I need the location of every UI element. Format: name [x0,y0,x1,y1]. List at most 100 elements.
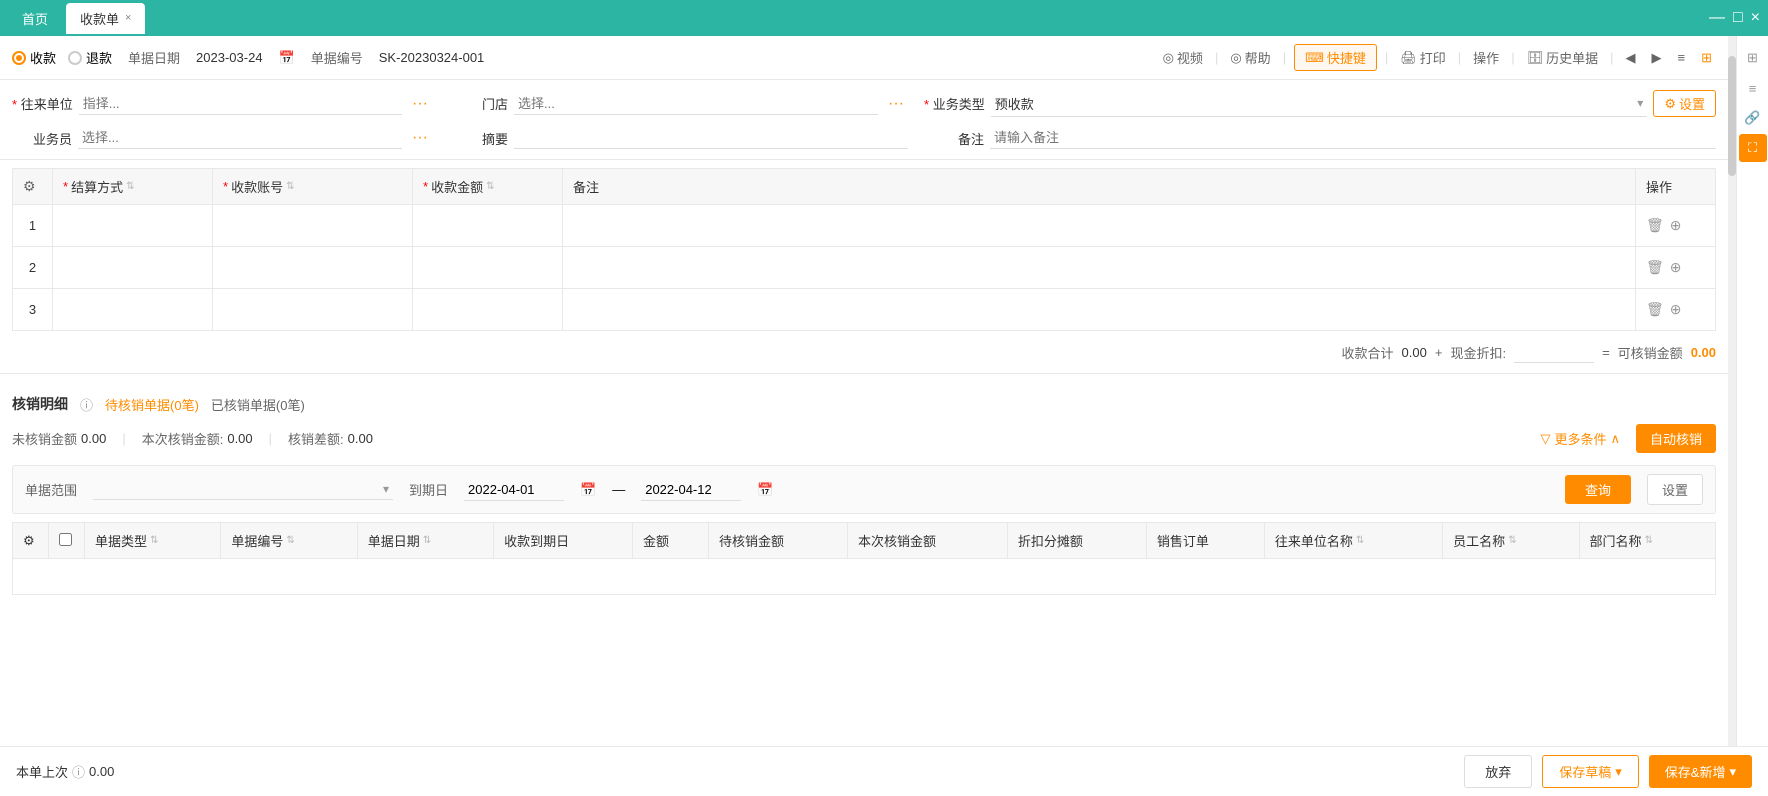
row-copy-3[interactable]: ⊕ [1670,301,1682,318]
sort-dept-icon[interactable]: ⇅ [1645,535,1653,546]
settings-col-icon[interactable]: ⚙ [23,178,36,194]
row-settlement-3[interactable] [53,289,213,331]
sort-settlement-icon[interactable]: ⇅ [126,181,134,192]
operation-btn[interactable]: 操作 [1469,46,1503,69]
salesperson-input[interactable] [78,127,402,149]
row-remarks-2[interactable] [563,247,1636,289]
radio-shoukuan-label: 收款 [30,48,56,67]
business-type-label: * 业务类型 [924,94,985,113]
summary-input[interactable] [514,127,908,149]
right-sidebar: ⊞ ≡ 🔗 ⛶ [1736,36,1768,796]
business-type-select[interactable]: 预收款 ▾ [991,91,1648,117]
video-btn[interactable]: ◎ 视频 [1159,46,1207,69]
sidebar-attachment-icon[interactable]: 🔗 [1739,104,1767,132]
select-all-checkbox[interactable] [59,533,72,546]
auto-verify-btn[interactable]: 自动核销 [1636,424,1716,453]
current-verify-value: 0.00 [227,431,252,446]
th-employee: 员工名称 ⇅ [1443,523,1579,559]
filter-icon: ▽ [1540,431,1550,447]
radio-shoukuan[interactable]: 收款 [12,48,56,67]
store-more-btn[interactable]: ··· [884,95,908,113]
verify-title: 核销明细 [12,394,68,414]
row-num-3: 3 [13,289,53,331]
sort-bill-num-icon[interactable]: ⇅ [286,535,294,546]
discard-btn[interactable]: 放弃 [1464,755,1532,788]
window-close-btn[interactable]: × [1751,9,1760,27]
save-draft-chevron-icon: ▾ [1615,764,1622,780]
row-amount-2[interactable] [413,247,563,289]
tab-home[interactable]: 首页 [8,3,62,34]
sort-counterpart-icon[interactable]: ⇅ [1356,535,1364,546]
remarks-input[interactable] [990,127,1716,149]
row-delete-1[interactable]: 🗑 [1646,217,1664,234]
row-delete-2[interactable]: 🗑 [1646,259,1664,276]
counterpart-more-btn[interactable]: ··· [408,95,432,113]
cal-from-icon[interactable]: 📅 [580,482,596,498]
row-delete-3[interactable]: 🗑 [1646,301,1664,318]
next-record-btn[interactable]: ▶ [1648,48,1666,68]
settings-btn[interactable]: ⚙ 设置 [1653,90,1716,117]
row-remarks-1[interactable] [563,205,1636,247]
per-page-icon[interactable]: ⓘ [72,762,85,781]
layout-list-btn[interactable]: ≡ [1674,48,1690,67]
th-bill-type: 单据类型 ⇅ [85,523,221,559]
shortcut-btn[interactable]: ⌨ 快捷键 [1294,44,1377,71]
row-settlement-1[interactable] [53,205,213,247]
counterpart-input[interactable] [79,93,402,115]
row-account-3[interactable] [213,289,413,331]
sidebar-list-icon[interactable]: ≡ [1739,74,1767,102]
toolbar-right: ◎ 视频 | ◎ 帮助 | ⌨ 快捷键 | 🖨 打印 | 操作 | [1159,44,1716,71]
business-type-value: 预收款 [995,94,1634,113]
prev-record-btn[interactable]: ◀ [1622,48,1640,68]
sort-amount-icon[interactable]: ⇅ [486,181,494,192]
range-select[interactable]: ▾ [93,479,393,500]
print-btn[interactable]: 🖨 打印 [1396,46,1450,69]
tab-close-icon[interactable]: × [125,12,131,24]
calendar-icon[interactable]: 📅 [279,50,295,66]
verify-pending-tab[interactable]: 待核销单据(0笔) [105,395,199,414]
row-amount-1[interactable] [413,205,563,247]
salesperson-more-btn[interactable]: ··· [408,129,432,147]
sidebar-capture-icon[interactable]: ⛶ [1739,134,1767,162]
sort-bill-type-icon[interactable]: ⇅ [150,535,158,546]
row-actions-2: 🗑 ⊕ [1646,259,1705,276]
query-btn[interactable]: 查询 [1565,475,1631,504]
history-btn[interactable]: 🗄 历史单据 [1523,46,1603,69]
more-filter-btn[interactable]: ▽ 更多条件 ∧ [1540,429,1620,448]
verify-info-icon[interactable]: ⓘ [80,395,93,414]
active-tab-label: 收款单 [80,9,119,28]
store-input[interactable] [514,93,878,115]
window-maximize-btn[interactable]: □ [1733,9,1743,27]
th-due-date: 收款到期日 [494,523,633,559]
date-to-input[interactable] [641,479,741,501]
sort-employee-icon[interactable]: ⇅ [1508,535,1516,546]
remarks-field: 备注 [924,127,1716,149]
sort-account-icon[interactable]: ⇅ [286,181,294,192]
table-row: 3 🗑 ⊕ [13,289,1716,331]
row-settlement-2[interactable] [53,247,213,289]
date-from-input[interactable] [464,479,564,501]
scroll-thumb[interactable] [1728,56,1736,176]
layout-grid-btn[interactable]: ⊞ [1697,48,1716,68]
sort-bill-date-icon[interactable]: ⇅ [423,535,431,546]
radio-tuikuan[interactable]: 退款 [68,48,112,67]
cal-to-icon[interactable]: 📅 [757,482,773,498]
tab-active[interactable]: 收款单 × [66,3,145,34]
detail-settings-icon[interactable]: ⚙ [23,533,35,548]
row-remarks-3[interactable] [563,289,1636,331]
row-account-1[interactable] [213,205,413,247]
window-minimize-btn[interactable]: — [1709,9,1725,27]
row-copy-2[interactable]: ⊕ [1670,259,1682,276]
row-account-2[interactable] [213,247,413,289]
verify-verified-tab[interactable]: 已核销单据(0笔) [211,395,305,414]
save-new-btn[interactable]: 保存&新增 ▾ [1649,755,1752,788]
save-draft-btn[interactable]: 保存草稿 ▾ [1542,755,1639,788]
th-account: * 收款账号 ⇅ [213,169,413,205]
discount-input[interactable] [1514,341,1594,363]
remarks-label: 备注 [924,129,984,148]
filter-settings-btn[interactable]: 设置 [1647,474,1703,505]
sidebar-table-icon[interactable]: ⊞ [1739,44,1767,72]
row-copy-1[interactable]: ⊕ [1670,217,1682,234]
help-btn[interactable]: ◎ 帮助 [1226,46,1274,69]
row-amount-3[interactable] [413,289,563,331]
